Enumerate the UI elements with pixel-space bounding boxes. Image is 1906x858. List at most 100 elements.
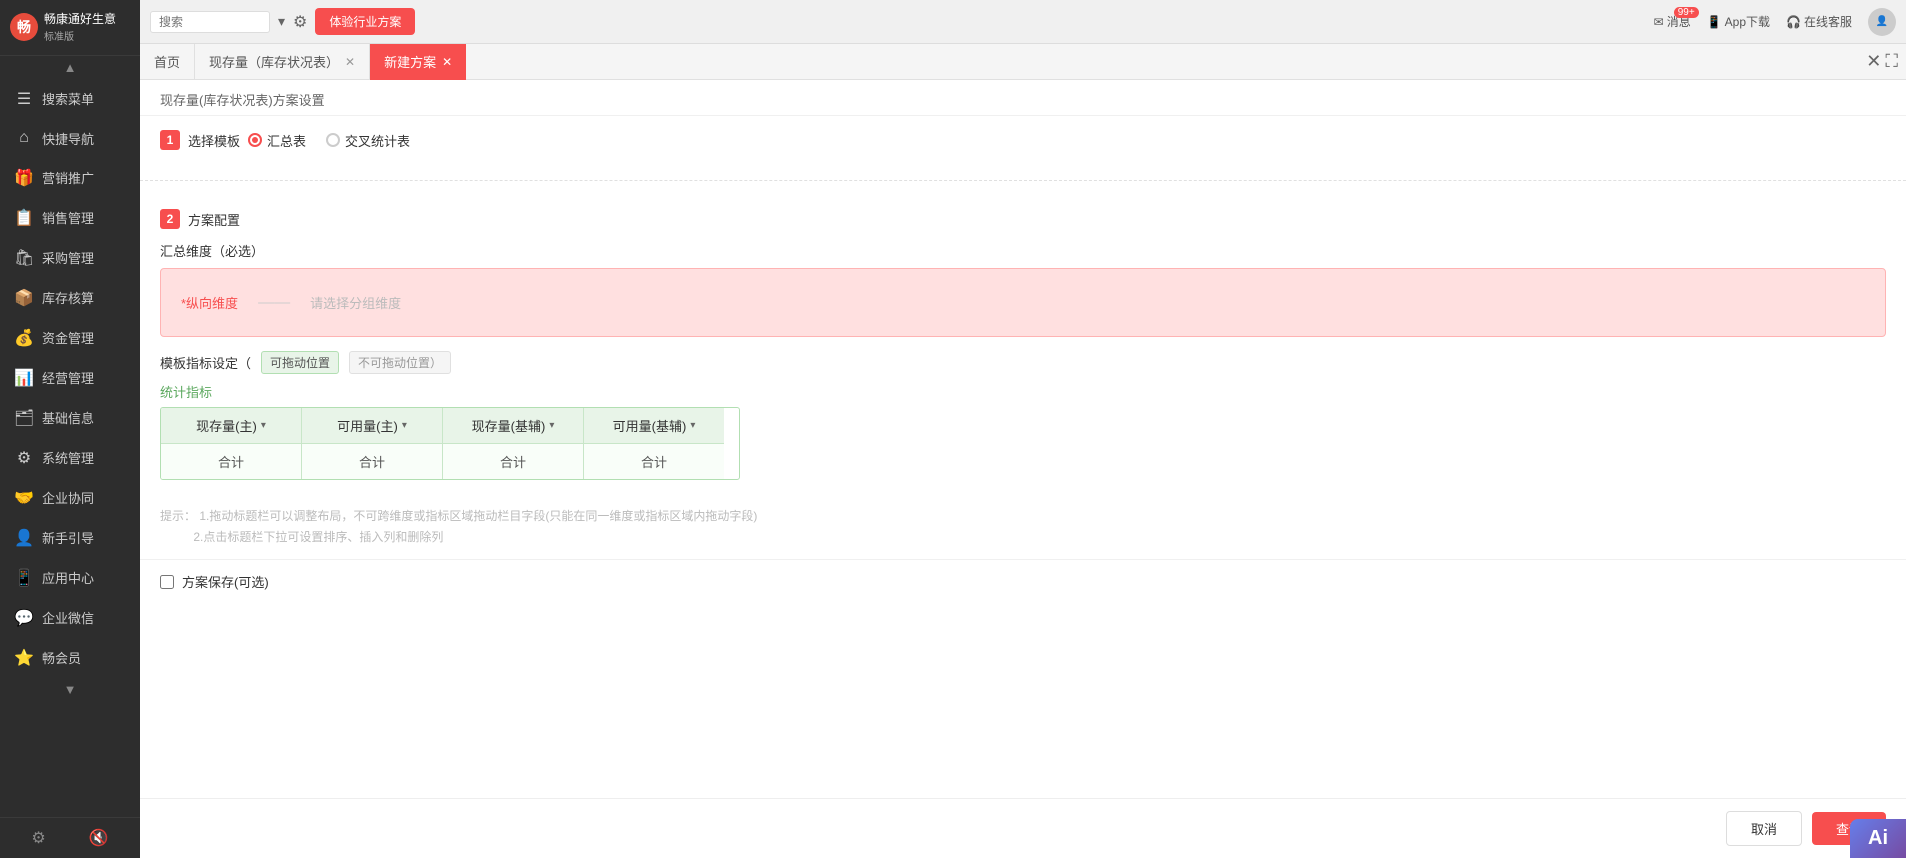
ai-badge[interactable]: Ai xyxy=(1850,819,1906,858)
app-download-label: App下载 xyxy=(1725,13,1770,30)
operations-icon: 📊 xyxy=(14,368,34,388)
topbar-gear-icon[interactable]: ⚙ xyxy=(293,12,307,32)
sidebar-item-base-info[interactable]: 🗂 基础信息 xyxy=(0,398,140,438)
purchase-icon: 🛍 xyxy=(14,248,34,268)
save-checkbox[interactable] xyxy=(160,575,174,589)
sidebar-item-enterprise[interactable]: 🤝 企业协同 xyxy=(0,478,140,518)
chevron-down-icon-1[interactable]: ▾ xyxy=(261,420,266,431)
dimension-box[interactable]: *纵向维度 —— 请选择分组维度 xyxy=(160,268,1886,337)
dropdown-arrow-icon[interactable]: ▾ xyxy=(278,13,285,30)
sidebar-item-quick-nav[interactable]: ⌂ 快捷导航 xyxy=(0,119,140,158)
sidebar-item-label: 销售管理 xyxy=(42,208,94,227)
sidebar-item-sales[interactable]: 📋 销售管理 xyxy=(0,198,140,238)
stat-col-2-header[interactable]: 可用量(主) ▾ xyxy=(302,408,442,444)
sidebar-item-wechat[interactable]: 💬 企业微信 xyxy=(0,598,140,638)
stat-col-3-label: 现存量(基辅) xyxy=(472,416,546,435)
stat-col-1-header[interactable]: 现存量(主) ▾ xyxy=(161,408,301,444)
sidebar-item-operations[interactable]: 📊 经营管理 xyxy=(0,358,140,398)
chevron-down-icon-4[interactable]: ▾ xyxy=(690,420,695,431)
tips-section: 提示： 1.拖动标题栏可以调整布局，不可跨维度或指标区域拖动栏目字段(只能在同一… xyxy=(140,497,1906,559)
app-center-icon: 📱 xyxy=(14,568,34,588)
page-title: 现存量(库存状况表)方案设置 xyxy=(140,80,1906,116)
sidebar-item-search-menu[interactable]: ☰ 搜索菜单 xyxy=(0,79,140,119)
save-label: 方案保存(可选) xyxy=(182,572,269,591)
sidebar-item-member[interactable]: ⭐ 畅会员 xyxy=(0,638,140,678)
sidebar-item-inventory[interactable]: 📦 库存核算 xyxy=(0,278,140,318)
trial-industry-button[interactable]: 体验行业方案 xyxy=(315,8,415,35)
sidebar-scroll-up[interactable]: ▲ xyxy=(0,56,140,79)
stat-col-2-body: 合计 xyxy=(302,444,442,479)
sidebar: 畅 畅康通好生意 标准版 ▲ ☰ 搜索菜单 ⌂ 快捷导航 🎁 营销推广 📋 销售… xyxy=(0,0,140,858)
chevron-down-icon-2[interactable]: ▾ xyxy=(402,420,407,431)
app-logo-icon: 畅 xyxy=(10,13,38,41)
tabs-actions: ✕ ⛶ xyxy=(1866,51,1906,72)
new-guide-icon: 👤 xyxy=(14,528,34,548)
stat-col-3-header[interactable]: 现存量(基辅) ▾ xyxy=(443,408,583,444)
sidebar-bottom: ⚙ 🔇 xyxy=(0,817,140,858)
tab-new-plan-close-icon[interactable]: ✕ xyxy=(442,55,452,69)
sidebar-item-app-center[interactable]: 📱 应用中心 xyxy=(0,558,140,598)
tab-expand-icon[interactable]: ⛶ xyxy=(1885,51,1898,72)
template-radio-group: 汇总表 交叉统计表 xyxy=(248,131,410,150)
draggable-badge: 可拖动位置 xyxy=(261,351,339,374)
step2-title: 方案配置 xyxy=(188,210,240,229)
tab-inventory-status[interactable]: 现存量（库存状况表） ✕ xyxy=(195,44,370,80)
app-download-button[interactable]: 📱 App下载 xyxy=(1707,13,1770,30)
step1-num: 1 xyxy=(160,130,180,150)
topbar-right: ✉ 消息 99+ 📱 App下载 🎧 在线客服 👤 xyxy=(1654,8,1896,36)
online-service-button[interactable]: 🎧 在线客服 xyxy=(1786,13,1852,30)
message-button[interactable]: ✉ 消息 99+ xyxy=(1654,13,1691,30)
sidebar-item-new-guide[interactable]: 👤 新手引导 xyxy=(0,518,140,558)
sidebar-item-label: 采购管理 xyxy=(42,248,94,267)
stat-col-4-header[interactable]: 可用量(基辅) ▾ xyxy=(584,408,724,444)
tabs-bar: 首页 现存量（库存状况表） ✕ 新建方案 ✕ ✕ ⛶ xyxy=(140,44,1906,80)
topbar: ▾ ⚙ 体验行业方案 ✉ 消息 99+ 📱 App下载 🎧 在线客服 👤 xyxy=(140,0,1906,44)
marketing-icon: 🎁 xyxy=(14,168,34,188)
step2-header: 2 方案配置 xyxy=(160,209,1886,229)
stat-col-3-body: 合计 xyxy=(443,444,583,479)
radio-cross-label: 交叉统计表 xyxy=(345,131,410,150)
sidebar-item-label: 应用中心 xyxy=(42,568,94,587)
chevron-down-icon-3[interactable]: ▾ xyxy=(549,420,554,431)
inventory-icon: 📦 xyxy=(14,288,34,308)
sales-icon: 📋 xyxy=(14,208,34,228)
sidebar-item-label: 营销推广 xyxy=(42,168,94,187)
sidebar-item-marketing[interactable]: 🎁 营销推广 xyxy=(0,158,140,198)
vertical-dim-label: *纵向维度 xyxy=(181,293,238,312)
mute-icon[interactable]: 🔇 xyxy=(89,828,109,848)
tip-2-text: 2.点击标题栏下拉可设置排序、插入列和删除列 xyxy=(193,530,443,544)
topbar-search-input[interactable] xyxy=(150,11,270,33)
sidebar-item-label: 新手引导 xyxy=(42,528,94,547)
settings-icon[interactable]: ⚙ xyxy=(31,828,45,848)
sidebar-item-label: 资金管理 xyxy=(42,328,94,347)
avatar[interactable]: 👤 xyxy=(1868,8,1896,36)
radio-cross[interactable]: 交叉统计表 xyxy=(326,131,410,150)
save-row: 方案保存(可选) xyxy=(140,559,1906,603)
tab-close-all-icon[interactable]: ✕ xyxy=(1866,51,1881,72)
headset-icon: 🎧 xyxy=(1786,15,1801,29)
sidebar-scroll-down[interactable]: ▼ xyxy=(0,678,140,701)
tab-inventory-close-icon[interactable]: ✕ xyxy=(345,55,355,69)
stat-table-header-row: 现存量(主) ▾ 合计 可用量(主) ▾ 合计 xyxy=(161,408,739,479)
indicator-setting-label: 模板指标设定（ xyxy=(160,353,251,372)
stat-title: 统计指标 xyxy=(160,382,1886,401)
tab-new-plan[interactable]: 新建方案 ✕ xyxy=(370,44,466,80)
sidebar-item-sys-mgmt[interactable]: ⚙ 系统管理 xyxy=(0,438,140,478)
step1-header: 1 选择模板 汇总表 交叉统计表 xyxy=(160,130,1886,150)
radio-cross-dot xyxy=(326,133,340,147)
dim-dash: —— xyxy=(258,294,290,312)
cancel-button[interactable]: 取消 xyxy=(1726,811,1802,846)
stat-col-1-body: 合计 xyxy=(161,444,301,479)
dim-placeholder: 请选择分组维度 xyxy=(310,293,401,312)
step1-section: 1 选择模板 汇总表 交叉统计表 xyxy=(140,116,1906,176)
tab-home[interactable]: 首页 xyxy=(140,44,195,80)
app-name: 畅康通好生意 xyxy=(44,12,116,28)
sidebar-item-label: 基础信息 xyxy=(42,408,94,427)
sidebar-item-purchase[interactable]: 🛍 采购管理 xyxy=(0,238,140,278)
stat-table: 现存量(主) ▾ 合计 可用量(主) ▾ 合计 xyxy=(160,407,740,480)
sidebar-item-finance[interactable]: 💰 资金管理 xyxy=(0,318,140,358)
tab-inventory-label: 现存量（库存状况表） xyxy=(209,52,339,71)
radio-summary[interactable]: 汇总表 xyxy=(248,131,306,150)
stat-col-4-label: 可用量(基辅) xyxy=(613,416,687,435)
step2-section: 2 方案配置 汇总维度（必选） *纵向维度 —— 请选择分组维度 模板指标设定（… xyxy=(140,195,1906,497)
